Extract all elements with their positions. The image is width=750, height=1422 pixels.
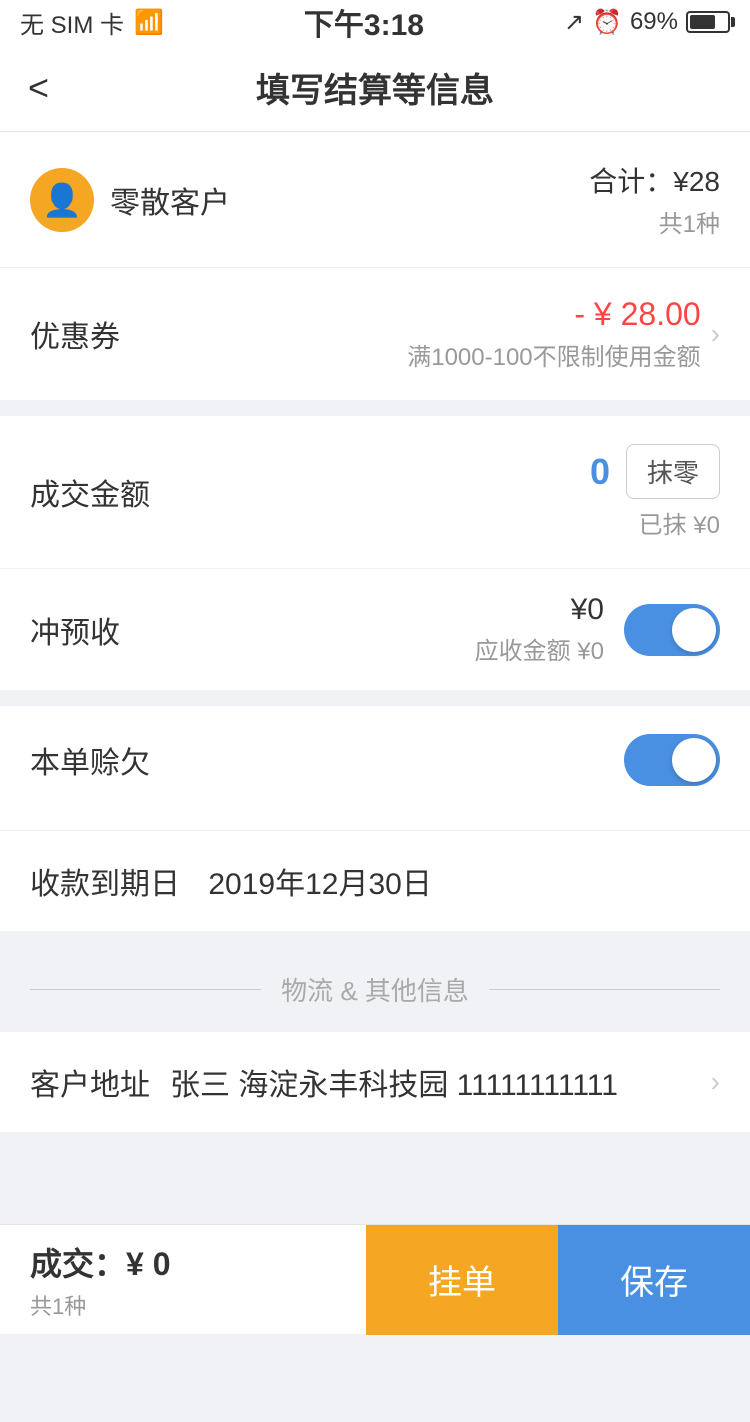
status-bar: 无 SIM 卡 📶 下午3:18 ↗ ⏰ 69% bbox=[0, 0, 750, 44]
logistics-line-left bbox=[30, 989, 261, 990]
coupon-right: - ¥ 28.00 满1000-100不限制使用金额 › bbox=[407, 296, 720, 372]
status-time: 下午3:18 bbox=[304, 0, 424, 44]
alarm-icon: ⏰ bbox=[592, 8, 622, 37]
debt-section: 本单赊欠 收款到期日 2019年12月30日 bbox=[0, 706, 750, 931]
total-count: 共1种 bbox=[589, 204, 720, 239]
amount-value: 0 bbox=[590, 451, 610, 493]
coupon-row[interactable]: 优惠券 - ¥ 28.00 满1000-100不限制使用金额 › bbox=[0, 267, 750, 400]
bottom-bar: 成交：¥ 0 共1种 挂单 保存 bbox=[0, 1224, 750, 1334]
amount-label: 成交金额 bbox=[30, 470, 150, 514]
bottom-summary-count: 共1种 bbox=[30, 1289, 336, 1321]
logistics-label: 物流 & 其他信息 bbox=[261, 971, 489, 1008]
precollect-main: ¥0 bbox=[475, 593, 604, 627]
battery-label: 69% bbox=[630, 8, 678, 36]
precollect-row: 冲预收 ¥0 应收金额 ¥0 bbox=[0, 568, 750, 690]
customer-right: 合计：¥28 共1种 bbox=[589, 160, 720, 239]
coupon-discount: - ¥ 28.00 bbox=[407, 296, 700, 333]
location-icon: ↗ bbox=[564, 8, 584, 37]
amount-section: 成交金额 0 抹零 已抹 ¥0 冲预收 ¥0 应收金额 ¥0 bbox=[0, 416, 750, 690]
avatar: 👤 bbox=[30, 168, 94, 232]
amount-right: 0 抹零 已抹 ¥0 bbox=[590, 444, 720, 540]
address-chevron-icon: › bbox=[711, 1066, 720, 1098]
logistics-line-right bbox=[489, 989, 720, 990]
avatar-icon: 👤 bbox=[42, 181, 82, 219]
wifi-icon: 📶 bbox=[134, 8, 164, 37]
page-title: 填写结算等信息 bbox=[256, 63, 494, 112]
chevron-right-icon: › bbox=[711, 318, 720, 350]
due-date-label: 收款到期日 bbox=[30, 868, 180, 901]
due-date-row: 收款到期日 2019年12月30日 bbox=[0, 830, 750, 931]
debt-row: 本单赊欠 bbox=[0, 706, 750, 814]
precollect-right: ¥0 应收金额 ¥0 bbox=[475, 593, 720, 666]
amount-sub: 已抹 ¥0 bbox=[590, 505, 720, 540]
carrier-label: 无 SIM 卡 bbox=[20, 5, 124, 40]
precollect-sub: 应收金额 ¥0 bbox=[475, 631, 604, 666]
logistics-header: 物流 & 其他信息 bbox=[0, 947, 750, 1032]
coupon-label: 优惠券 bbox=[30, 312, 120, 356]
status-left: 无 SIM 卡 📶 bbox=[20, 5, 164, 40]
debt-toggle[interactable] bbox=[624, 734, 720, 786]
hangup-button[interactable]: 挂单 bbox=[366, 1225, 558, 1335]
save-button[interactable]: 保存 bbox=[558, 1225, 750, 1335]
customer-row: 👤 零散客户 合计：¥28 共1种 bbox=[0, 132, 750, 267]
address-value: 张三 海淀永丰科技园 11111111111 bbox=[170, 1060, 711, 1104]
address-label: 客户地址 bbox=[30, 1060, 150, 1104]
amount-row: 成交金额 0 抹零 已抹 ¥0 bbox=[0, 416, 750, 568]
coupon-details: - ¥ 28.00 满1000-100不限制使用金额 bbox=[407, 296, 700, 372]
debt-label: 本单赊欠 bbox=[30, 738, 150, 782]
address-row[interactable]: 客户地址 张三 海淀永丰科技园 11111111111 › bbox=[0, 1032, 750, 1132]
coupon-desc: 满1000-100不限制使用金额 bbox=[407, 337, 700, 372]
customer-left: 👤 零散客户 bbox=[30, 168, 230, 232]
status-right: ↗ ⏰ 69% bbox=[564, 8, 730, 37]
address-right: › bbox=[711, 1066, 720, 1098]
debt-toggle-thumb bbox=[672, 738, 716, 782]
battery-icon bbox=[686, 11, 730, 33]
nav-bar: < 填写结算等信息 bbox=[0, 44, 750, 132]
bottom-summary-top: 成交：¥ 0 bbox=[30, 1239, 336, 1285]
summary-value: ¥ 0 bbox=[126, 1246, 170, 1282]
round-button[interactable]: 抹零 bbox=[626, 444, 720, 499]
toggle-thumb bbox=[672, 608, 716, 652]
precollect-label: 冲预收 bbox=[30, 608, 120, 652]
due-date-value: 2019年12月30日 bbox=[208, 868, 431, 901]
precollect-amounts: ¥0 应收金额 ¥0 bbox=[475, 593, 604, 666]
amount-value-wrap: 0 抹零 bbox=[590, 444, 720, 499]
back-button[interactable]: < bbox=[28, 67, 49, 109]
battery-fill bbox=[690, 15, 715, 29]
customer-section: 👤 零散客户 合计：¥28 共1种 优惠券 - ¥ 28.00 满1000-10… bbox=[0, 132, 750, 400]
customer-name: 零散客户 bbox=[110, 178, 230, 222]
summary-label: 成交： bbox=[30, 1246, 126, 1282]
total-amount: 合计：¥28 bbox=[589, 160, 720, 200]
precollect-toggle[interactable] bbox=[624, 604, 720, 656]
bottom-summary: 成交：¥ 0 共1种 bbox=[0, 1239, 366, 1321]
